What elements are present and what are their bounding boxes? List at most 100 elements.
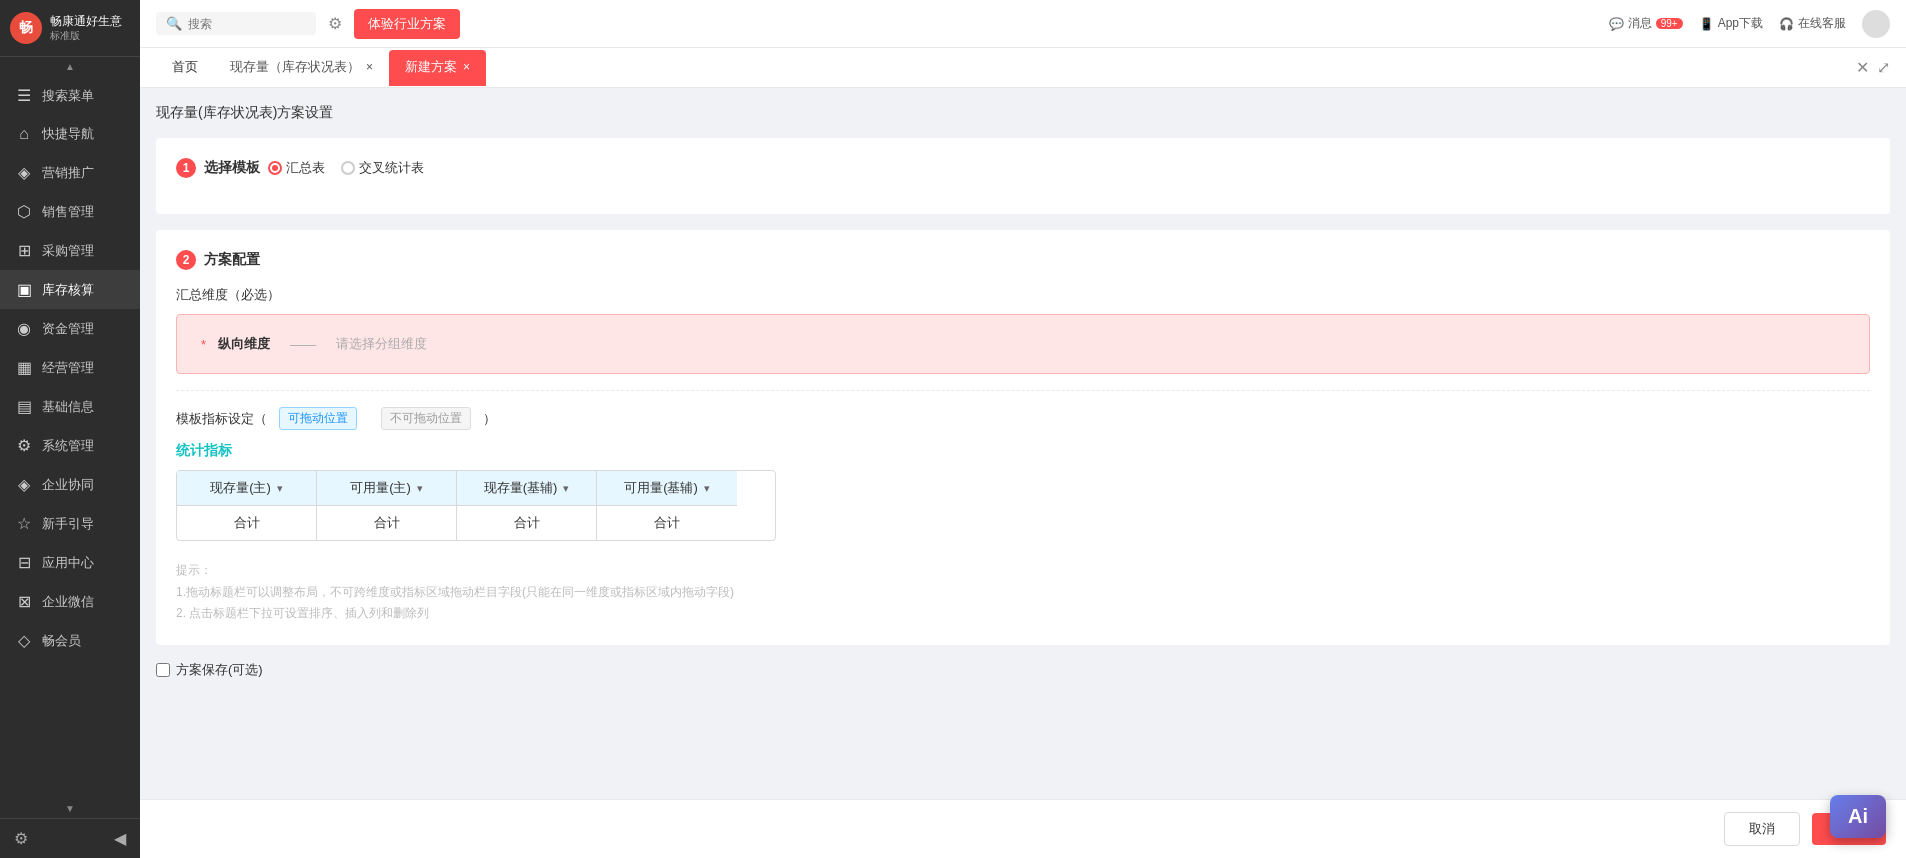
divider1 <box>176 390 1870 391</box>
tab-inventory-status[interactable]: 现存量（库存状况表） × <box>214 50 389 86</box>
stats-col4-header[interactable]: 可用量(基辅) ▾ <box>597 471 737 505</box>
sidebar-item-purchase[interactable]: ⊞ 采购管理 <box>0 231 140 270</box>
indicator-label: 模板指标设定（ <box>176 410 267 428</box>
page-title: 现存量(库存状况表)方案设置 <box>156 104 1890 122</box>
sidebar-item-business[interactable]: ▦ 经营管理 <box>0 348 140 387</box>
sidebar-item-label: 采购管理 <box>42 242 94 260</box>
sidebar-item-shortcut[interactable]: ⌂ 快捷导航 <box>0 115 140 153</box>
sidebar-item-label: 营销推广 <box>42 164 94 182</box>
sidebar-item-system[interactable]: ⚙ 系统管理 <box>0 426 140 465</box>
stats-col1-label: 现存量(主) <box>210 479 271 497</box>
download-icon: 📱 <box>1699 17 1714 31</box>
collapse-icon[interactable]: ◀ <box>114 829 126 848</box>
step2-card: 2 方案配置 汇总维度（必选） * 纵向维度 —— 请选择分组维度 模板指标设定… <box>156 230 1890 645</box>
settings-icon[interactable]: ⚙ <box>14 829 28 848</box>
close-inventory-tab-icon[interactable]: × <box>366 60 373 74</box>
cancel-button[interactable]: 取消 <box>1724 812 1800 846</box>
col2-dropdown-icon[interactable]: ▾ <box>417 482 423 495</box>
message-badge: 99+ <box>1656 18 1683 29</box>
tabbar: 首页 现存量（库存状况表） × 新建方案 × ✕ ⤢ <box>140 48 1906 88</box>
main-area: 🔍 ⚙ 体验行业方案 💬 消息 99+ 📱 App下载 🎧 在线客服 <box>140 0 1906 858</box>
online-service-label: 在线客服 <box>1798 15 1846 32</box>
cart-icon: ⊞ <box>14 241 34 260</box>
tip-item-2: 2. 点击标题栏下拉可设置排序、插入列和删除列 <box>176 603 1870 625</box>
home-icon: ⌂ <box>14 125 34 143</box>
sidebar-item-label: 基础信息 <box>42 398 94 416</box>
non-draggable-tag-text: 不可拖动位置 <box>390 410 462 427</box>
search-input[interactable] <box>188 17 288 31</box>
sidebar-item-search[interactable]: ☰ 搜索菜单 <box>0 76 140 115</box>
radio-cross[interactable]: 交叉统计表 <box>341 159 424 177</box>
message-label: 消息 <box>1628 15 1652 32</box>
sidebar-scroll-down[interactable]: ▼ <box>0 799 140 818</box>
headset-icon: 🎧 <box>1779 17 1794 31</box>
search-box[interactable]: 🔍 <box>156 12 316 35</box>
handshake-icon: ◈ <box>14 475 34 494</box>
sidebar-item-wechat[interactable]: ⊠ 企业微信 <box>0 582 140 621</box>
sidebar-item-member[interactable]: ◇ 畅会员 <box>0 621 140 660</box>
stats-table-header-row: 现存量(主) ▾ 可用量(主) ▾ 现存量(基辅) ▾ 可用量(基辅) ▾ <box>177 471 775 505</box>
user-avatar[interactable] <box>1862 10 1890 38</box>
sidebar-item-finance[interactable]: ◉ 资金管理 <box>0 309 140 348</box>
sidebar-item-cooperation[interactable]: ◈ 企业协同 <box>0 465 140 504</box>
ai-label: Ai <box>1848 805 1868 828</box>
stats-col2-body: 合计 <box>317 505 457 540</box>
sidebar-item-newguide[interactable]: ☆ 新手引导 <box>0 504 140 543</box>
sidebar-item-sales[interactable]: ⬡ 销售管理 <box>0 192 140 231</box>
sidebar-item-appcenter[interactable]: ⊟ 应用中心 <box>0 543 140 582</box>
dimension-required-mark: * <box>201 337 206 352</box>
topbar-gear-icon[interactable]: ⚙ <box>328 14 342 33</box>
radio-summary[interactable]: 汇总表 <box>268 159 325 177</box>
sidebar-item-marketing[interactable]: ◈ 营销推广 <box>0 153 140 192</box>
col4-dropdown-icon[interactable]: ▾ <box>704 482 710 495</box>
stats-section-title: 统计指标 <box>176 442 1870 460</box>
expand-panel-icon[interactable]: ⤢ <box>1877 58 1890 77</box>
radio-cross-label: 交叉统计表 <box>359 159 424 177</box>
tab-new-plan-label: 新建方案 <box>405 58 457 76</box>
message-item[interactable]: 💬 消息 99+ <box>1609 15 1683 32</box>
sidebar-item-label: 企业微信 <box>42 593 94 611</box>
app-version: 标准版 <box>50 29 122 43</box>
stats-table-body-row: 合计 合计 合计 合计 <box>177 505 775 540</box>
dimension-placeholder[interactable]: 请选择分组维度 <box>336 335 427 353</box>
dimension-pink-box: * 纵向维度 —— 请选择分组维度 <box>176 314 1870 374</box>
info-icon: ▤ <box>14 397 34 416</box>
tab-home[interactable]: 首页 <box>156 50 214 86</box>
wechat-icon: ⊠ <box>14 592 34 611</box>
stats-col4-label: 可用量(基辅) <box>624 479 698 497</box>
close-new-plan-tab-icon[interactable]: × <box>463 60 470 74</box>
sidebar-item-basic[interactable]: ▤ 基础信息 <box>0 387 140 426</box>
app-download-item[interactable]: 📱 App下载 <box>1699 15 1763 32</box>
radio-summary-circle <box>268 161 282 175</box>
gear-icon: ⚙ <box>14 436 34 455</box>
sidebar-item-label: 资金管理 <box>42 320 94 338</box>
topbar: 🔍 ⚙ 体验行业方案 💬 消息 99+ 📱 App下载 🎧 在线客服 <box>140 0 1906 48</box>
trial-button[interactable]: 体验行业方案 <box>354 9 460 39</box>
stats-table: 现存量(主) ▾ 可用量(主) ▾ 现存量(基辅) ▾ 可用量(基辅) ▾ <box>176 470 776 541</box>
step1-num: 1 <box>176 158 196 178</box>
sidebar-item-label: 搜索菜单 <box>42 87 94 105</box>
sidebar-item-inventory[interactable]: ▣ 库存核算 <box>0 270 140 309</box>
close-panel-icon[interactable]: ✕ <box>1856 58 1869 77</box>
ai-float-button[interactable]: Ai <box>1830 795 1886 838</box>
app-logo: 畅 畅康通好生意 标准版 <box>0 0 140 57</box>
member-icon: ◇ <box>14 631 34 650</box>
stats-col1-body: 合计 <box>177 505 317 540</box>
stats-col2-header[interactable]: 可用量(主) ▾ <box>317 471 457 505</box>
logo-icon: 畅 <box>10 12 42 44</box>
stats-col2-label: 可用量(主) <box>350 479 411 497</box>
template-radio-group: 汇总表 交叉统计表 <box>268 159 424 177</box>
dimension-dash: —— <box>290 337 316 352</box>
sidebar-scroll-up[interactable]: ▲ <box>0 57 140 76</box>
online-service-item[interactable]: 🎧 在线客服 <box>1779 15 1846 32</box>
stats-col3-header[interactable]: 现存量(基辅) ▾ <box>457 471 597 505</box>
sidebar-item-label: 畅会员 <box>42 632 81 650</box>
tab-inventory-label: 现存量（库存状况表） <box>230 58 360 76</box>
tab-new-plan[interactable]: 新建方案 × <box>389 50 486 86</box>
chart-icon: ⬡ <box>14 202 34 221</box>
step1-card: 1 选择模板 汇总表 交叉统计表 <box>156 138 1890 214</box>
stats-col1-header[interactable]: 现存量(主) ▾ <box>177 471 317 505</box>
col3-dropdown-icon[interactable]: ▾ <box>563 482 569 495</box>
save-checkbox[interactable] <box>156 663 170 677</box>
col1-dropdown-icon[interactable]: ▾ <box>277 482 283 495</box>
